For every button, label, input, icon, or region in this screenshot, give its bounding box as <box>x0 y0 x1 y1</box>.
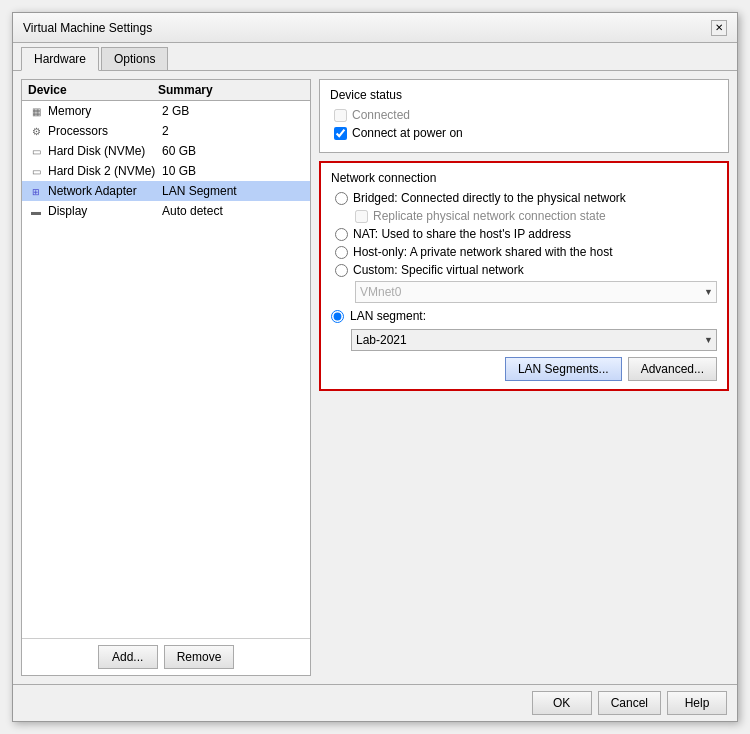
device-name: Display <box>48 204 162 218</box>
help-button[interactable]: Help <box>667 691 727 715</box>
table-row[interactable]: Network Adapter LAN Segment <box>22 181 310 201</box>
disk-icon <box>28 145 44 157</box>
network-connection-title: Network connection <box>331 171 717 185</box>
replicate-label: Replicate physical network connection st… <box>373 209 606 223</box>
hostonly-row: Host-only: A private network shared with… <box>331 245 717 259</box>
lan-select-row: Lab-2021 ▼ <box>331 329 717 351</box>
lan-segment-label: LAN segment: <box>350 309 426 323</box>
tabs-bar: Hardware Options <box>13 43 737 71</box>
bridged-row: Bridged: Connected directly to the physi… <box>331 191 717 205</box>
connect-power-label: Connect at power on <box>352 126 463 140</box>
tab-options[interactable]: Options <box>101 47 168 70</box>
table-row[interactable]: Hard Disk 2 (NVMe) 10 GB <box>22 161 310 181</box>
vmnet-row: VMnet0 ▼ <box>331 281 717 303</box>
right-panel: Device status Connected Connect at power… <box>319 79 729 676</box>
bridged-label: Bridged: Connected directly to the physi… <box>353 191 626 205</box>
bridged-radio[interactable] <box>335 192 348 205</box>
table-row[interactable]: Memory 2 GB <box>22 101 310 121</box>
ok-button[interactable]: OK <box>532 691 592 715</box>
custom-label: Custom: Specific virtual network <box>353 263 524 277</box>
disk2-icon <box>28 165 44 177</box>
network-connection-section: Network connection Bridged: Connected di… <box>319 161 729 391</box>
connected-label: Connected <box>352 108 410 122</box>
device-name: Processors <box>48 124 162 138</box>
tab-hardware[interactable]: Hardware <box>21 47 99 71</box>
device-status-title: Device status <box>330 88 718 102</box>
hostonly-label: Host-only: A private network shared with… <box>353 245 612 259</box>
replicate-checkbox[interactable] <box>355 210 368 223</box>
left-panel: Device Summary Memory 2 GB Processors 2 … <box>21 79 311 676</box>
device-name: Hard Disk 2 (NVMe) <box>48 164 162 178</box>
lan-select-wrapper: Lab-2021 ▼ <box>351 329 717 351</box>
table-header: Device Summary <box>22 80 310 101</box>
custom-row: Custom: Specific virtual network <box>331 263 717 277</box>
col-summary-header: Summary <box>158 83 304 97</box>
display-icon <box>28 205 44 217</box>
device-summary: 2 GB <box>162 104 304 118</box>
device-name: Network Adapter <box>48 184 162 198</box>
advanced-button[interactable]: Advanced... <box>628 357 717 381</box>
connected-checkbox[interactable] <box>334 109 347 122</box>
device-summary: 10 GB <box>162 164 304 178</box>
connect-power-checkbox[interactable] <box>334 127 347 140</box>
vmnet-dropdown-wrapper: VMnet0 ▼ <box>355 281 717 303</box>
content-area: Device Summary Memory 2 GB Processors 2 … <box>13 71 737 684</box>
device-name: Memory <box>48 104 162 118</box>
table-row[interactable]: Display Auto detect <box>22 201 310 221</box>
table-row[interactable]: Processors 2 <box>22 121 310 141</box>
table-row[interactable]: Hard Disk (NVMe) 60 GB <box>22 141 310 161</box>
device-status-section: Device status Connected Connect at power… <box>319 79 729 153</box>
left-panel-buttons: Add... Remove <box>22 638 310 675</box>
vmnet-select[interactable]: VMnet0 <box>355 281 717 303</box>
title-bar: Virtual Machine Settings ✕ <box>13 13 737 43</box>
device-summary: 2 <box>162 124 304 138</box>
connect-power-row: Connect at power on <box>330 126 718 140</box>
hostonly-radio[interactable] <box>335 246 348 259</box>
custom-radio[interactable] <box>335 264 348 277</box>
lan-segments-button[interactable]: LAN Segments... <box>505 357 622 381</box>
lan-segment-select[interactable]: Lab-2021 <box>351 329 717 351</box>
network-icon <box>28 185 44 197</box>
nat-label: NAT: Used to share the host's IP address <box>353 227 571 241</box>
nat-radio[interactable] <box>335 228 348 241</box>
action-buttons-row: LAN Segments... Advanced... <box>331 357 717 381</box>
device-table: Device Summary Memory 2 GB Processors 2 … <box>22 80 310 638</box>
add-button[interactable]: Add... <box>98 645 158 669</box>
remove-button[interactable]: Remove <box>164 645 235 669</box>
close-button[interactable]: ✕ <box>711 20 727 36</box>
lan-segment-radio[interactable] <box>331 310 344 323</box>
lan-segment-row: LAN segment: <box>331 309 717 323</box>
device-summary: LAN Segment <box>162 184 304 198</box>
bottom-bar: OK Cancel Help <box>13 684 737 721</box>
col-device-header: Device <box>28 83 158 97</box>
device-summary: Auto detect <box>162 204 304 218</box>
window-title: Virtual Machine Settings <box>23 21 152 35</box>
device-summary: 60 GB <box>162 144 304 158</box>
replicate-row: Replicate physical network connection st… <box>331 209 717 223</box>
memory-icon <box>28 105 44 117</box>
device-name: Hard Disk (NVMe) <box>48 144 162 158</box>
cancel-button[interactable]: Cancel <box>598 691 661 715</box>
connected-row: Connected <box>330 108 718 122</box>
cpu-icon <box>28 125 44 137</box>
nat-row: NAT: Used to share the host's IP address <box>331 227 717 241</box>
virtual-machine-settings-window: Virtual Machine Settings ✕ Hardware Opti… <box>12 12 738 722</box>
